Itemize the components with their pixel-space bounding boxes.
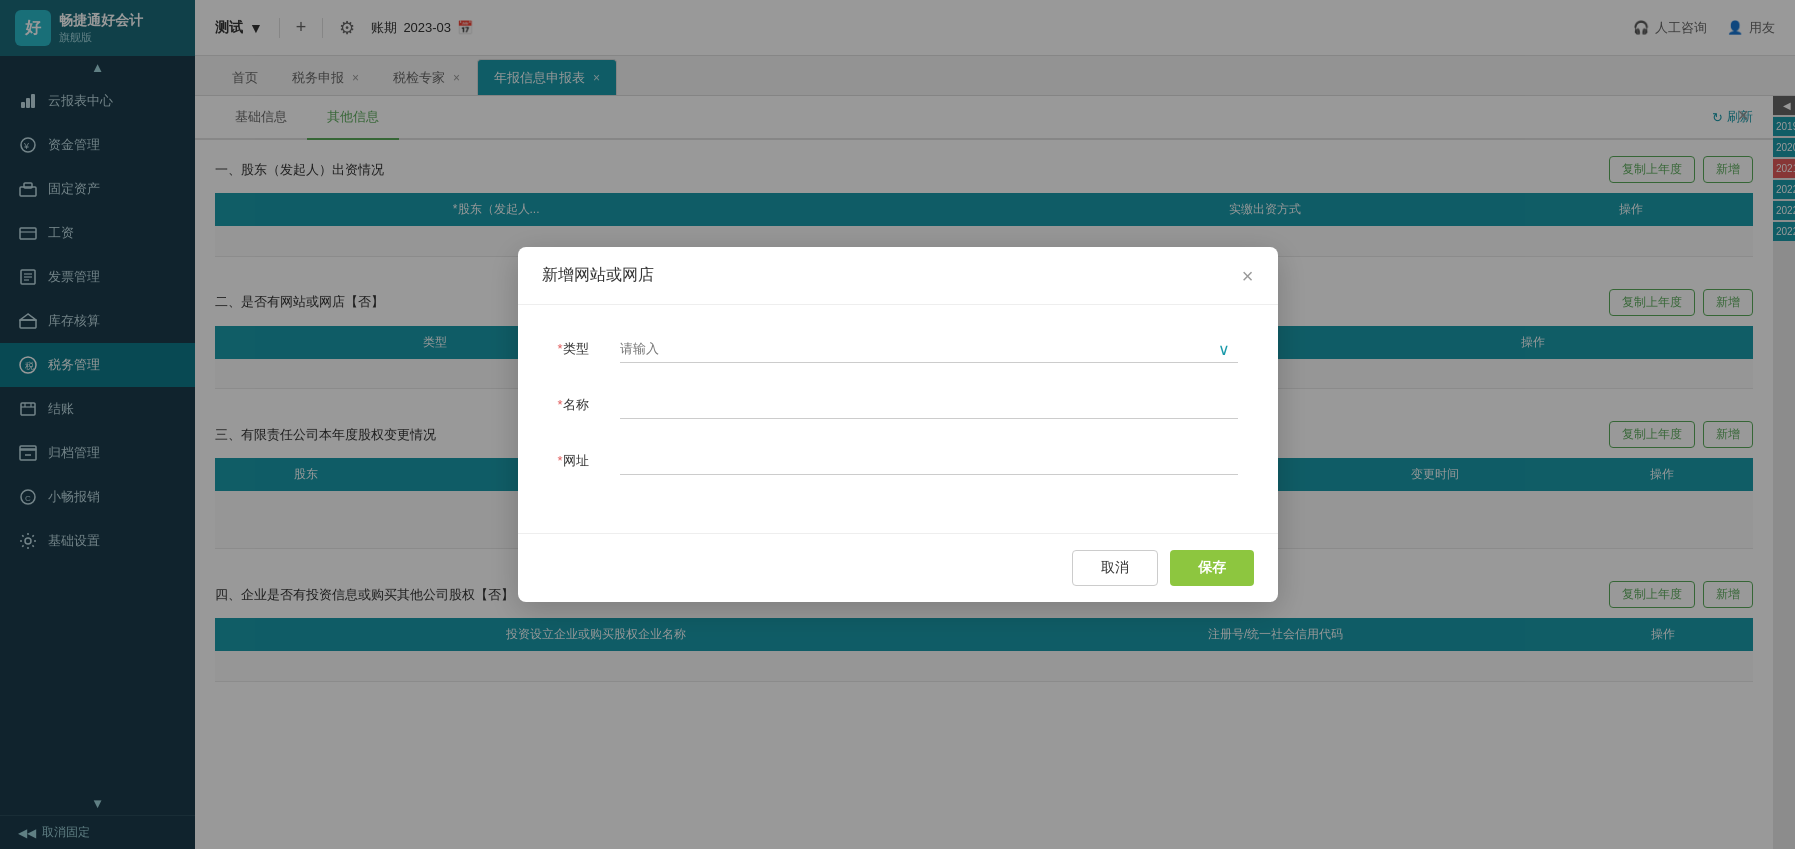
dialog-overlay: 新增网站或网店 × *类型 ∨ *名称 *网址 [0,0,1795,849]
dialog-add-website: 新增网站或网店 × *类型 ∨ *名称 *网址 [518,247,1278,602]
type-input-wrap: ∨ [620,335,1238,363]
name-input-wrap [620,391,1238,419]
type-input[interactable] [620,335,1238,363]
dialog-close-btn[interactable]: × [1242,266,1254,286]
cancel-btn[interactable]: 取消 [1072,550,1158,586]
dialog-body: *类型 ∨ *名称 *网址 [518,305,1278,533]
type-label: *类型 [558,340,608,358]
form-row-type: *类型 ∨ [558,335,1238,363]
dialog-title: 新增网站或网店 [542,265,654,286]
name-label: *名称 [558,396,608,414]
form-row-name: *名称 [558,391,1238,419]
url-input[interactable] [620,447,1238,475]
type-required: * [558,341,563,356]
url-input-wrap [620,447,1238,475]
url-required: * [558,453,563,468]
form-row-url: *网址 [558,447,1238,475]
name-required: * [558,397,563,412]
dialog-header: 新增网站或网店 × [518,247,1278,305]
url-label: *网址 [558,452,608,470]
dialog-footer: 取消 保存 [518,533,1278,602]
save-btn[interactable]: 保存 [1170,550,1254,586]
name-input[interactable] [620,391,1238,419]
